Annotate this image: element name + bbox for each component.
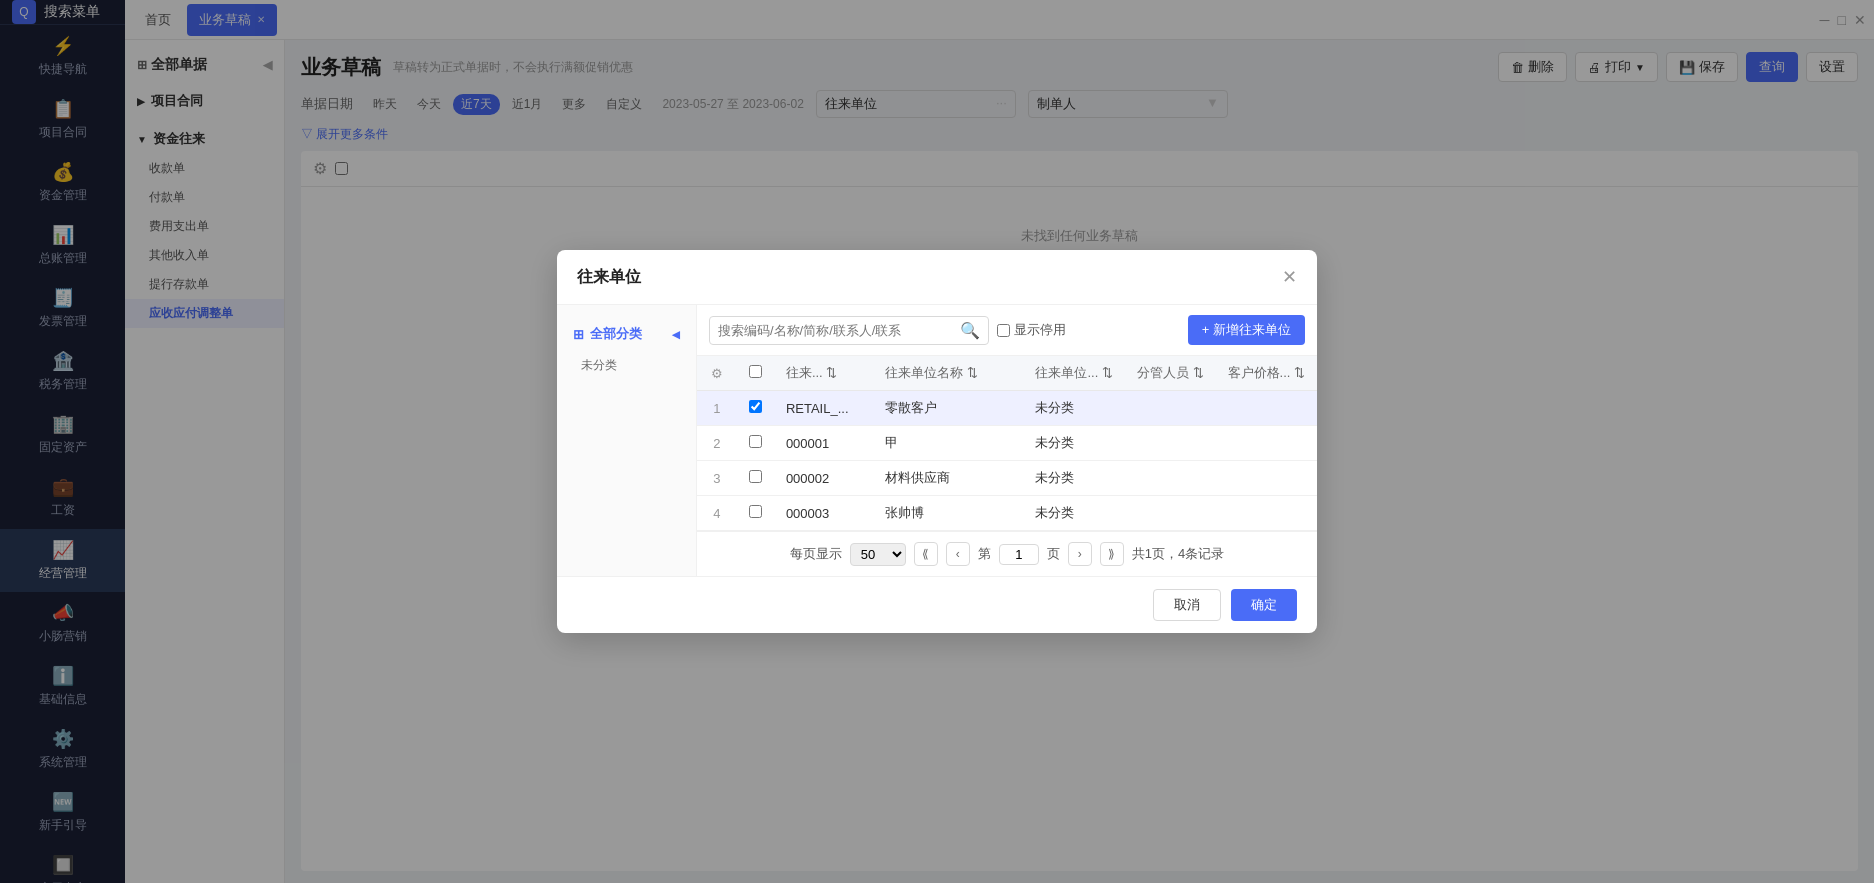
row-class: 未分类 (1023, 461, 1124, 496)
row-check[interactable] (737, 461, 774, 496)
row-name: 甲 (873, 426, 1023, 461)
row-index: 4 (697, 496, 737, 531)
show-disabled-checkbox-label[interactable]: 显示停用 (997, 321, 1066, 339)
row-index: 2 (697, 426, 737, 461)
row-class: 未分类 (1023, 496, 1124, 531)
new-partner-button[interactable]: + 新增往来单位 (1188, 315, 1305, 345)
dialog-toolbar: 🔍 显示停用 + 新增往来单位 (697, 305, 1317, 356)
dialog-body: ⊞ 全部分类 ◀ 未分类 🔍 显示停用 (557, 305, 1317, 576)
row-index: 1 (697, 391, 737, 426)
table-header-row: ⚙ 往来... ⇅ 往来单位名称 ⇅ 往来单位... ⇅ 分管人员 ⇅ 客户价格… (697, 356, 1317, 391)
search-icon[interactable]: 🔍 (960, 321, 980, 340)
dialog-close-button[interactable]: ✕ (1282, 266, 1297, 288)
page-size-label: 每页显示 (790, 545, 842, 563)
last-page-button[interactable]: ⟫ (1100, 542, 1124, 566)
dialog-footer: 取消 确定 (557, 576, 1317, 633)
row-name: 零散客户 (873, 391, 1023, 426)
dialog-title: 往来单位 (577, 267, 641, 288)
dialog-table: ⚙ 往来... ⇅ 往来单位名称 ⇅ 往来单位... ⇅ 分管人员 ⇅ 客户价格… (697, 356, 1317, 531)
th-person[interactable]: 分管人员 ⇅ (1125, 356, 1216, 391)
th-settings[interactable]: ⚙ (697, 356, 737, 391)
page-number-input[interactable] (999, 544, 1039, 565)
row-person (1125, 391, 1216, 426)
table-row[interactable]: 1 RETAIL_... 零散客户 未分类 (697, 391, 1317, 426)
row-index: 3 (697, 461, 737, 496)
total-info: 共1页，4条记录 (1132, 545, 1224, 563)
table-select-all[interactable] (749, 365, 762, 378)
partner-dialog: 往来单位 ✕ ⊞ 全部分类 ◀ 未分类 (557, 250, 1317, 633)
first-page-button[interactable]: ⟪ (914, 542, 938, 566)
row-price (1216, 391, 1317, 426)
row-code: 000002 (774, 461, 874, 496)
search-box: 🔍 (709, 316, 989, 345)
row-class: 未分类 (1023, 426, 1124, 461)
row-check[interactable] (737, 391, 774, 426)
category-grid-icon: ⊞ (573, 327, 584, 342)
row-name: 张帅博 (873, 496, 1023, 531)
table-row[interactable]: 2 000001 甲 未分类 (697, 426, 1317, 461)
dialog-overlay[interactable]: 往来单位 ✕ ⊞ 全部分类 ◀ 未分类 (0, 0, 1874, 883)
category-unclassified[interactable]: 未分类 (557, 351, 696, 380)
row-class: 未分类 (1023, 391, 1124, 426)
row-person (1125, 426, 1216, 461)
row-person (1125, 496, 1216, 531)
page-label: 页 (1047, 545, 1060, 563)
search-input[interactable] (718, 323, 954, 338)
th-check[interactable] (737, 356, 774, 391)
page-number-label: 第 (978, 545, 991, 563)
th-name[interactable]: 往来单位名称 ⇅ (873, 356, 1023, 391)
th-price[interactable]: 客户价格... ⇅ (1216, 356, 1317, 391)
row-person (1125, 461, 1216, 496)
table-row[interactable]: 3 000002 材料供应商 未分类 (697, 461, 1317, 496)
page-size-select[interactable]: 50 100 (850, 543, 906, 566)
row-code: 000001 (774, 426, 874, 461)
confirm-button[interactable]: 确定 (1231, 589, 1297, 621)
category-collapse-icon[interactable]: ◀ (672, 329, 680, 340)
dialog-right: 🔍 显示停用 + 新增往来单位 ⚙ (697, 305, 1317, 576)
category-all-header[interactable]: ⊞ 全部分类 ◀ (557, 317, 696, 351)
dialog-categories: ⊞ 全部分类 ◀ 未分类 (557, 305, 697, 576)
next-page-button[interactable]: › (1068, 542, 1092, 566)
prev-page-button[interactable]: ‹ (946, 542, 970, 566)
th-code[interactable]: 往来... ⇅ (774, 356, 874, 391)
row-check[interactable] (737, 426, 774, 461)
row-price (1216, 461, 1317, 496)
row-code: RETAIL_... (774, 391, 874, 426)
row-price (1216, 426, 1317, 461)
row-name: 材料供应商 (873, 461, 1023, 496)
cancel-button[interactable]: 取消 (1153, 589, 1221, 621)
row-check[interactable] (737, 496, 774, 531)
row-price (1216, 496, 1317, 531)
show-disabled-checkbox[interactable] (997, 324, 1010, 337)
row-code: 000003 (774, 496, 874, 531)
th-class[interactable]: 往来单位... ⇅ (1023, 356, 1124, 391)
dialog-header: 往来单位 ✕ (557, 250, 1317, 305)
table-row[interactable]: 4 000003 张帅博 未分类 (697, 496, 1317, 531)
dialog-pagination: 每页显示 50 100 ⟪ ‹ 第 页 › ⟫ 共1页，4条记录 (697, 531, 1317, 576)
